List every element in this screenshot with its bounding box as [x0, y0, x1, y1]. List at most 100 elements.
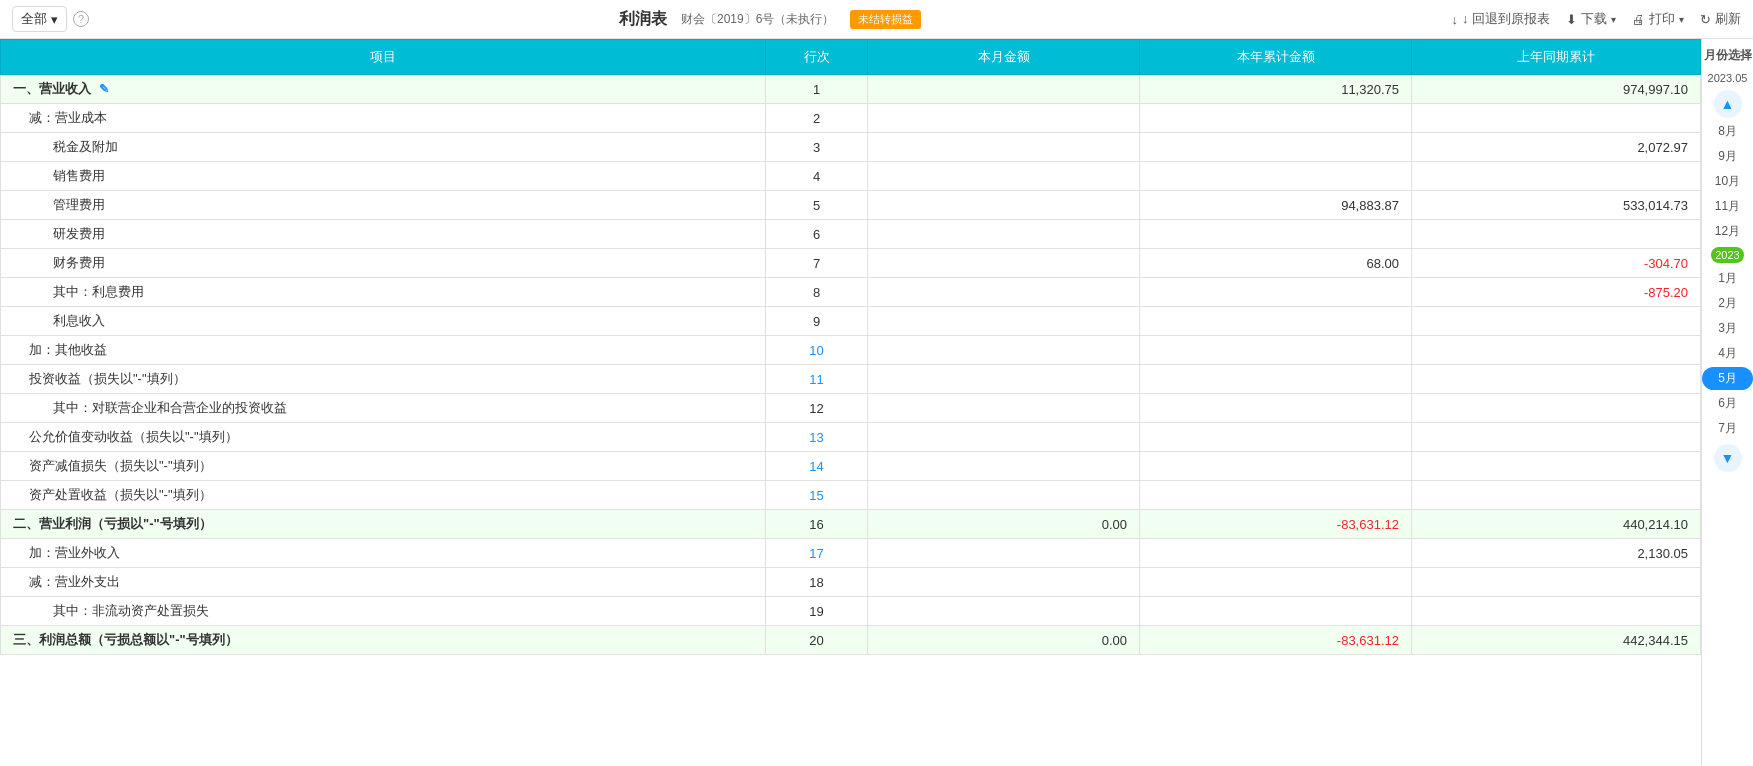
cell-row-number: 5	[766, 191, 868, 220]
cell-item: 销售费用	[1, 162, 766, 191]
sidebar-month-item[interactable]: 7月	[1702, 417, 1753, 440]
cell-prev-amount: -304.70	[1412, 249, 1701, 278]
cell-row-number: 6	[766, 220, 868, 249]
cell-year-amount: 68.00	[1140, 249, 1412, 278]
page-container: 全部 ▾ ? 利润表 财会〔2019〕6号（未执行） 未结转损益 ↓ ↓ 回退到…	[0, 0, 1753, 766]
refresh-button[interactable]: ↻ 刷新	[1700, 10, 1741, 28]
scroll-down-button[interactable]: ▼	[1714, 444, 1742, 472]
table-row: 三、利润总额（亏损总额以"-"号填列）200.00-83,631.12442,3…	[1, 626, 1701, 655]
table-row: 减：营业成本2	[1, 104, 1701, 133]
chevron-down-icon: ▾	[1611, 14, 1616, 25]
cell-prev-amount: -875.20	[1412, 278, 1701, 307]
refresh-icon: ↻	[1700, 12, 1711, 27]
cell-year-amount	[1140, 568, 1412, 597]
top-bar-left: 全部 ▾ ?	[12, 6, 89, 32]
cell-month-amount	[868, 365, 1140, 394]
scope-label: 全部	[21, 10, 47, 28]
sidebar-month-item[interactable]: 4月	[1702, 342, 1753, 365]
col-header-year: 本年累计金额	[1140, 40, 1412, 75]
main-content: 项目 行次 本月金额 本年累计金额 上年同期累计 一、营业收入✎111,320.…	[0, 39, 1753, 766]
cell-year-amount: -83,631.12	[1140, 626, 1412, 655]
col-header-item: 项目	[1, 40, 766, 75]
cell-item: 研发费用	[1, 220, 766, 249]
scope-selector[interactable]: 全部 ▾	[12, 6, 67, 32]
sidebar-title: 月份选择	[1704, 47, 1752, 64]
cell-prev-amount: 974,997.10	[1412, 75, 1701, 104]
cell-item: 其中：非流动资产处置损失	[1, 597, 766, 626]
cell-year-amount: 11,320.75	[1140, 75, 1412, 104]
cell-row-number: 8	[766, 278, 868, 307]
cell-month-amount	[868, 452, 1140, 481]
sidebar-year-badge: 2023	[1711, 247, 1743, 263]
sidebar-month-item[interactable]: 5月	[1702, 367, 1753, 390]
status-badge: 未结转损益	[850, 10, 921, 29]
sidebar-month-item[interactable]: 3月	[1702, 317, 1753, 340]
cell-prev-amount	[1412, 481, 1701, 510]
help-icon[interactable]: ?	[73, 11, 89, 27]
cell-row-number: 13	[766, 423, 868, 452]
cell-prev-amount	[1412, 220, 1701, 249]
cell-prev-amount: 442,344.15	[1412, 626, 1701, 655]
scroll-up-button[interactable]: ▲	[1714, 90, 1742, 118]
cell-year-amount: -83,631.12	[1140, 510, 1412, 539]
table-row: 管理费用594,883.87533,014.73	[1, 191, 1701, 220]
cell-prev-amount	[1412, 423, 1701, 452]
download-icon: ⬇	[1566, 12, 1577, 27]
download-button[interactable]: ⬇ 下载 ▾	[1566, 10, 1616, 28]
print-icon: 🖨	[1632, 12, 1645, 27]
cell-year-amount	[1140, 220, 1412, 249]
cell-item: 其中：利息费用	[1, 278, 766, 307]
sidebar-month-item[interactable]: 11月	[1702, 195, 1753, 218]
cell-row-number: 4	[766, 162, 868, 191]
cell-prev-amount: 440,214.10	[1412, 510, 1701, 539]
cell-month-amount	[868, 597, 1140, 626]
sidebar-month-item[interactable]: 8月	[1702, 120, 1753, 143]
table-row: 研发费用6	[1, 220, 1701, 249]
sidebar-month-item[interactable]: 12月	[1702, 220, 1753, 243]
sidebar-month-item[interactable]: 9月	[1702, 145, 1753, 168]
edit-icon[interactable]: ✎	[99, 82, 109, 96]
cell-prev-amount	[1412, 104, 1701, 133]
table-row: 减：营业外支出18	[1, 568, 1701, 597]
cell-month-amount	[868, 394, 1140, 423]
cell-month-amount	[868, 307, 1140, 336]
cell-item: 管理费用	[1, 191, 766, 220]
title-area: 利润表 财会〔2019〕6号（未执行） 未结转损益	[619, 9, 921, 30]
cell-prev-amount: 2,072.97	[1412, 133, 1701, 162]
sidebar-month-item[interactable]: 1月	[1702, 267, 1753, 290]
sidebar-month-item[interactable]: 2月	[1702, 292, 1753, 315]
print-button[interactable]: 🖨 打印 ▾	[1632, 10, 1684, 28]
top-bar-actions: ↓ ↓ 回退到原报表 ⬇ 下载 ▾ 🖨 打印 ▾ ↻ 刷新	[1451, 10, 1741, 28]
table-row: 其中：对联营企业和合营企业的投资收益12	[1, 394, 1701, 423]
table-row: 销售费用4	[1, 162, 1701, 191]
cell-item: 投资收益（损失以"-"填列）	[1, 365, 766, 394]
cell-year-amount	[1140, 394, 1412, 423]
cell-row-number: 7	[766, 249, 868, 278]
cell-month-amount	[868, 75, 1140, 104]
table-row: 投资收益（损失以"-"填列）11	[1, 365, 1701, 394]
cell-item: 加：其他收益	[1, 336, 766, 365]
print-label: 打印	[1649, 10, 1675, 28]
col-header-prev: 上年同期累计	[1412, 40, 1701, 75]
table-row: 税金及附加32,072.97	[1, 133, 1701, 162]
cell-month-amount	[868, 104, 1140, 133]
cell-row-number: 15	[766, 481, 868, 510]
cell-year-amount	[1140, 423, 1412, 452]
cell-prev-amount	[1412, 336, 1701, 365]
table-row: 利息收入9	[1, 307, 1701, 336]
sidebar-month-item[interactable]: 6月	[1702, 392, 1753, 415]
cell-year-amount	[1140, 307, 1412, 336]
back-button[interactable]: ↓ ↓ 回退到原报表	[1451, 10, 1550, 28]
table-row: 加：营业外收入172,130.05	[1, 539, 1701, 568]
cell-prev-amount	[1412, 568, 1701, 597]
cell-row-number: 20	[766, 626, 868, 655]
cell-row-number: 16	[766, 510, 868, 539]
cell-month-amount	[868, 539, 1140, 568]
sidebar-month-item[interactable]: 10月	[1702, 170, 1753, 193]
cell-year-amount	[1140, 162, 1412, 191]
cell-item: 二、营业利润（亏损以"-"号填列）	[1, 510, 766, 539]
cell-month-amount	[868, 336, 1140, 365]
cell-item: 三、利润总额（亏损总额以"-"号填列）	[1, 626, 766, 655]
cell-month-amount	[868, 191, 1140, 220]
cell-year-amount	[1140, 278, 1412, 307]
